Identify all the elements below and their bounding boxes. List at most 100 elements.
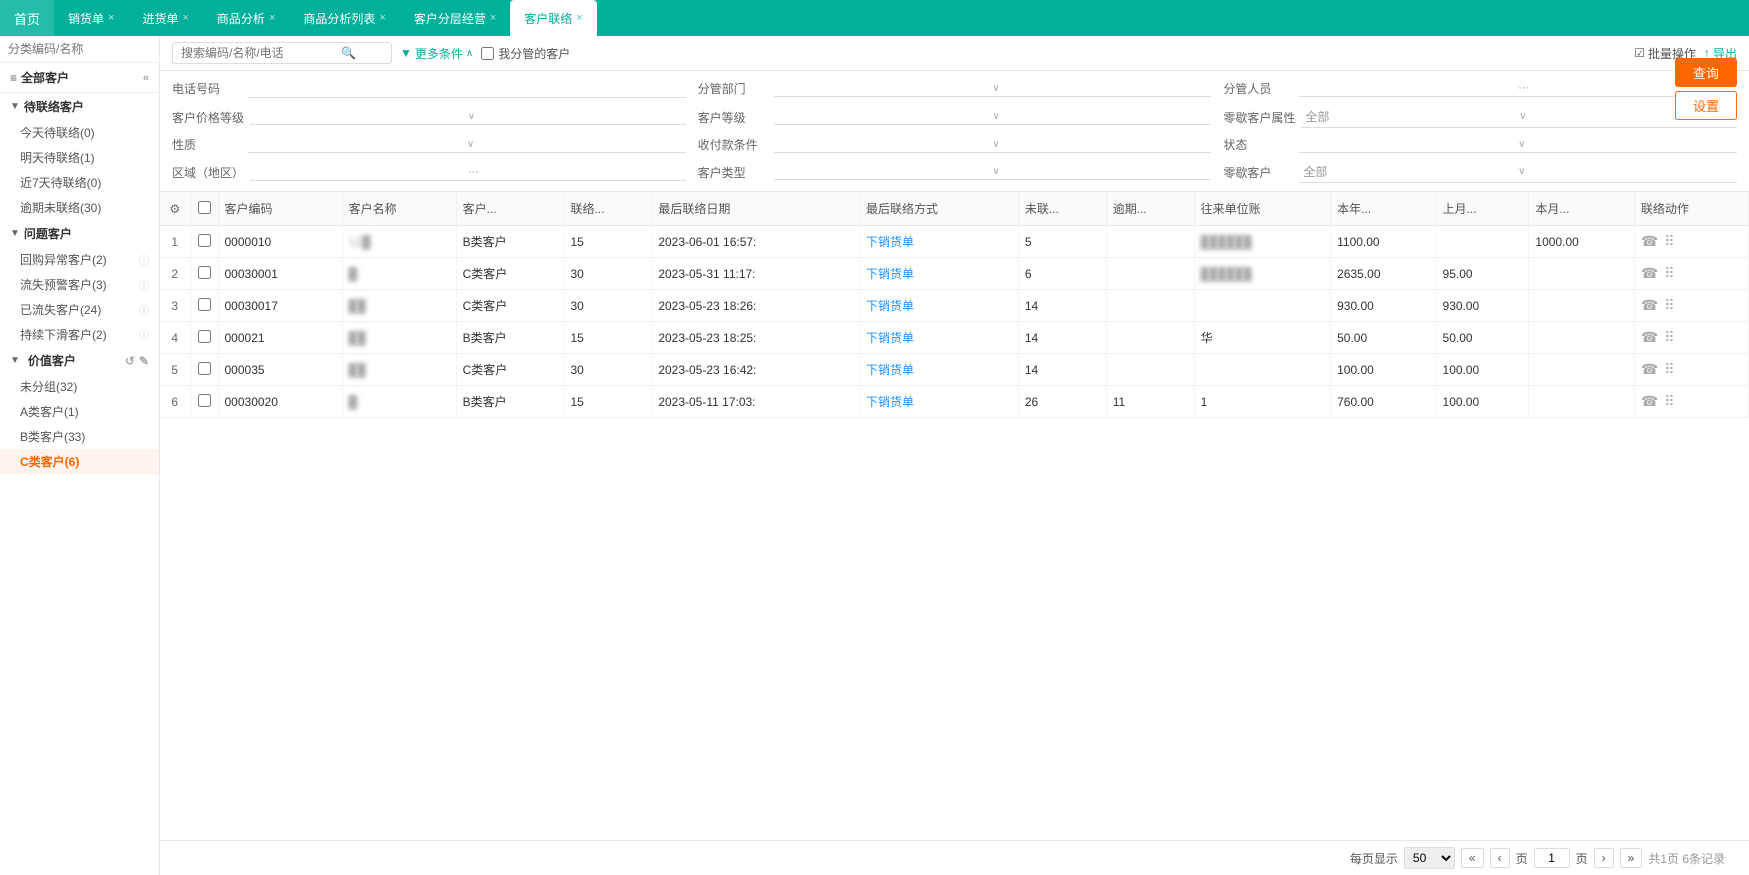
filter-select-region[interactable]: ··· (250, 164, 686, 181)
nav-home[interactable]: 首页 (0, 0, 54, 36)
td-cb[interactable] (190, 322, 218, 354)
contact-method-link[interactable]: 下销货单 (866, 363, 914, 377)
td-cb[interactable] (190, 354, 218, 386)
grid-icon[interactable]: ⠿ (1664, 361, 1674, 378)
per-page-select[interactable]: 50 100 (1404, 847, 1455, 869)
grid-icon[interactable]: ⠿ (1664, 297, 1674, 314)
close-tab-salesorder[interactable]: × (108, 12, 114, 24)
td-cb[interactable] (190, 258, 218, 290)
setting-button[interactable]: 设置 (1675, 91, 1737, 120)
filter-select-retail-customer[interactable]: 全部 ∨ (1299, 161, 1737, 183)
filter-select-retail-attr[interactable]: 全部 ∨ (1301, 106, 1737, 128)
phone-icon[interactable]: ☎ (1641, 233, 1658, 250)
query-button[interactable]: 查询 (1675, 58, 1737, 87)
filter-select-dept[interactable]: ∨ (774, 81, 1212, 97)
sidebar-item-classB[interactable]: B类客户(33) (0, 424, 159, 449)
phone-icon[interactable]: ☎ (1641, 265, 1658, 282)
td-no-contact: 6 (1018, 258, 1106, 290)
next-last-btn[interactable]: » (1620, 848, 1643, 868)
filter-select-nature[interactable]: ∨ (248, 137, 686, 153)
sidebar-item-classC[interactable]: C类客户(6) (0, 449, 159, 474)
row-checkbox[interactable] (198, 298, 211, 311)
filter-input-phone[interactable] (248, 79, 686, 98)
search-input[interactable] (181, 46, 341, 60)
nav-tab-analysis-list[interactable]: 商品分析列表 × (289, 0, 399, 36)
filter-select-customer-grade[interactable]: ∨ (774, 109, 1212, 125)
sidebar-all-customers[interactable]: ≡ 全部客户 « (0, 63, 159, 93)
filter-select-payment[interactable]: ∨ (774, 137, 1212, 153)
contact-method-link[interactable]: 下销货单 (866, 331, 914, 345)
contact-method-link[interactable]: 下销货单 (866, 299, 914, 313)
sidebar-item-lost[interactable]: 已流失客户(24) ⓘ (0, 297, 159, 322)
close-tab-analysis[interactable]: × (269, 12, 275, 24)
sidebar-collapse-arrow[interactable]: « (143, 72, 149, 84)
sidebar-item-declining[interactable]: 持续下滑客户(2) ⓘ (0, 322, 159, 347)
close-tab-customer-tier[interactable]: × (490, 12, 496, 24)
sidebar-item-warning[interactable]: 流失预警客户(3) ⓘ (0, 272, 159, 297)
row-checkbox[interactable] (198, 394, 211, 407)
nav-tab-customer-contact[interactable]: 客户联络 × (510, 0, 596, 36)
grid-icon[interactable]: ⠿ (1664, 233, 1674, 250)
sidebar-group-value[interactable]: ▼ 价值客户 ↺ ✎ (0, 347, 159, 374)
row-checkbox[interactable] (198, 330, 211, 343)
filter-panel: 电话号码 分管部门 ∨ 分管人员 ··· 查询 设置 (160, 71, 1749, 192)
td-code: 00030020 (218, 386, 342, 418)
td-account (1194, 354, 1330, 386)
close-tab-purchase[interactable]: × (182, 12, 188, 24)
search-icon[interactable]: 🔍 (341, 46, 356, 60)
td-cb[interactable] (190, 226, 218, 258)
td-no: 2 (160, 258, 190, 290)
page-number-input[interactable] (1534, 848, 1570, 868)
edit-icon[interactable]: ✎ (139, 354, 149, 368)
phone-icon[interactable]: ☎ (1641, 329, 1658, 346)
contact-method-link[interactable]: 下销货单 (866, 267, 914, 281)
my-customers-label[interactable]: 我分管的客户 (481, 45, 570, 62)
prev-btn[interactable]: ‹ (1490, 848, 1510, 868)
row-checkbox[interactable] (198, 362, 211, 375)
select-all-checkbox[interactable] (198, 201, 211, 214)
phone-icon[interactable]: ☎ (1641, 361, 1658, 378)
th-checkbox[interactable] (190, 192, 218, 226)
sidebar-item-abnormal[interactable]: 回购异常客户(2) ⓘ (0, 247, 159, 272)
td-cb[interactable] (190, 386, 218, 418)
grid-icon[interactable]: ⠿ (1664, 329, 1674, 346)
th-settings[interactable]: ⚙ (160, 192, 190, 226)
filter-select-price-grade[interactable]: ∨ (250, 109, 686, 125)
prev-first-btn[interactable]: « (1461, 848, 1484, 868)
filter-more-btn[interactable]: ▼ 更多条件 ∧ (400, 45, 473, 62)
sidebar-item-today[interactable]: 今天待联络(0) (0, 120, 159, 145)
filter-select-manager[interactable]: ··· (1299, 80, 1737, 97)
nav-tab-salesorder[interactable]: 销货单 × (54, 0, 128, 36)
filter-select-status[interactable]: ∨ (1299, 137, 1737, 153)
contact-method-link[interactable]: 下销货单 (866, 395, 914, 409)
sidebar-group-pending[interactable]: ▼ 待联络客户 (0, 93, 159, 120)
sidebar-item-tomorrow[interactable]: 明天待联络(1) (0, 145, 159, 170)
sidebar-item-overdue[interactable]: 逾期未联络(30) (0, 195, 159, 220)
grid-icon[interactable]: ⠿ (1664, 265, 1674, 282)
phone-icon[interactable]: ☎ (1641, 393, 1658, 410)
nav-tab-purchase[interactable]: 进货单 × (128, 0, 202, 36)
sidebar-item-ungroup[interactable]: 未分组(32) (0, 374, 159, 399)
refresh-icon[interactable]: ↺ (125, 354, 135, 368)
sidebar-item-7days[interactable]: 近7天待联络(0) (0, 170, 159, 195)
td-cb[interactable] (190, 290, 218, 322)
action-icons: ☎ ⠿ (1641, 393, 1742, 410)
sidebar-search-input[interactable] (8, 42, 160, 56)
filter-select-customer-type[interactable]: ∨ (774, 164, 1212, 180)
close-tab-analysis-list[interactable]: × (379, 12, 385, 24)
grid-icon[interactable]: ⠿ (1664, 393, 1674, 410)
sidebar-group-problem[interactable]: ▼ 问题客户 (0, 220, 159, 247)
action-icons: ☎ ⠿ (1641, 361, 1742, 378)
more-icon-2[interactable]: ··· (468, 166, 682, 178)
contact-method-link[interactable]: 下销货单 (866, 235, 914, 249)
td-this-year: 1100.00 (1331, 226, 1436, 258)
next-btn[interactable]: › (1594, 848, 1614, 868)
row-checkbox[interactable] (198, 234, 211, 247)
my-customers-checkbox[interactable] (481, 47, 494, 60)
nav-tab-customer-tier[interactable]: 客户分层经营 × (400, 0, 510, 36)
phone-icon[interactable]: ☎ (1641, 297, 1658, 314)
close-tab-customer-contact[interactable]: × (576, 12, 582, 24)
row-checkbox[interactable] (198, 266, 211, 279)
sidebar-item-classA[interactable]: A类客户(1) (0, 399, 159, 424)
nav-tab-analysis[interactable]: 商品分析 × (203, 0, 289, 36)
